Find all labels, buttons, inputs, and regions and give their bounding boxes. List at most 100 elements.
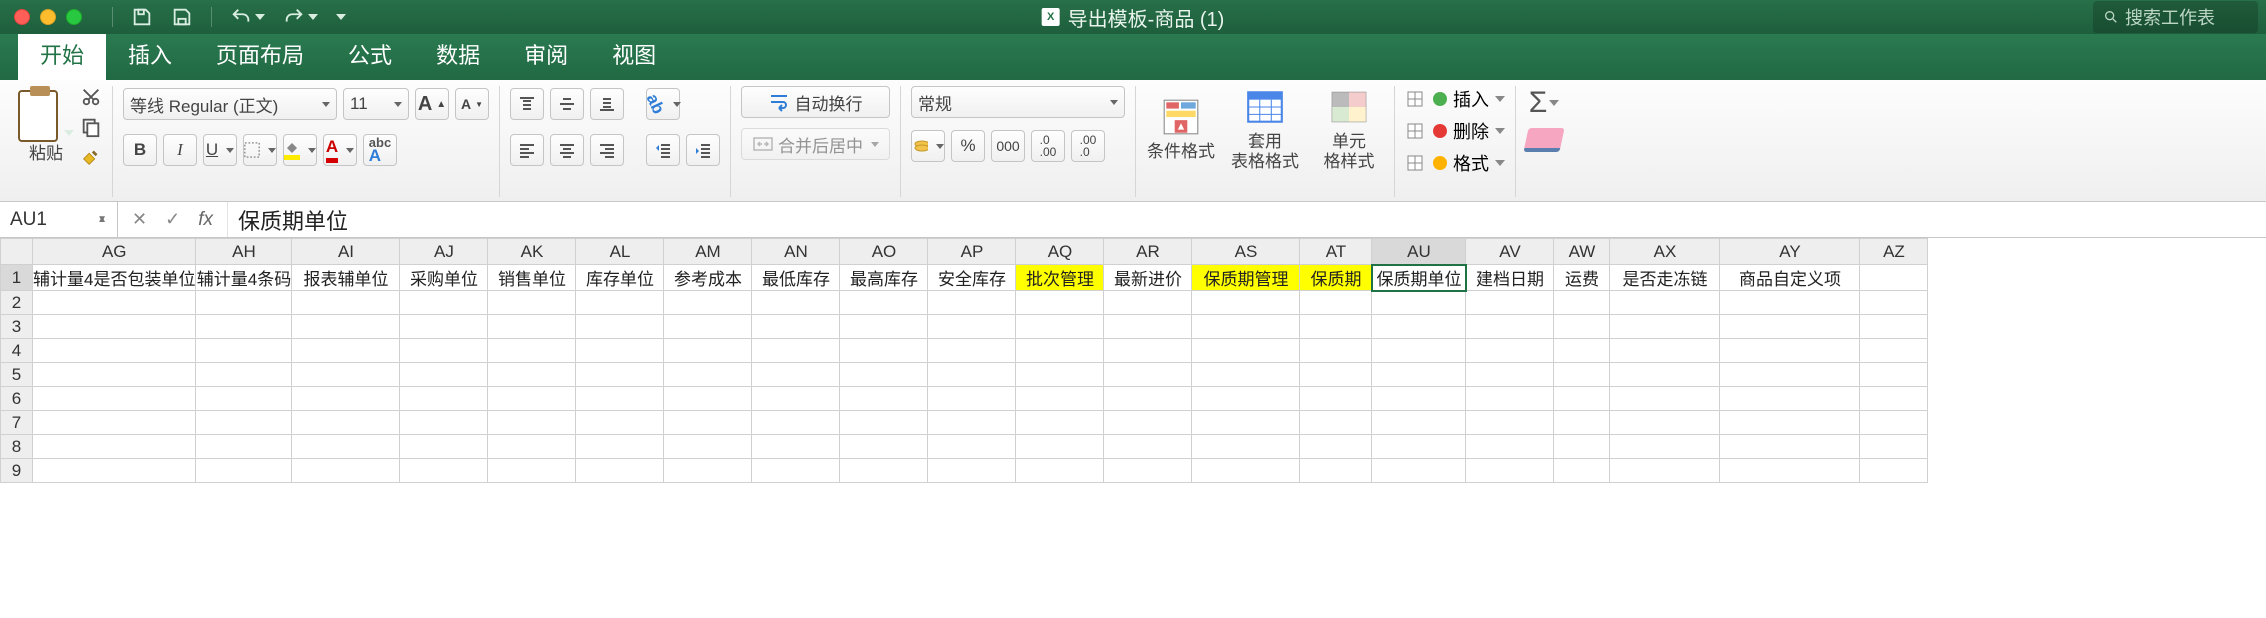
cell[interactable] xyxy=(1466,459,1554,483)
column-header[interactable]: AY xyxy=(1720,239,1860,265)
cell[interactable] xyxy=(576,435,664,459)
cell[interactable] xyxy=(292,435,400,459)
cell[interactable] xyxy=(33,435,196,459)
cell[interactable] xyxy=(576,411,664,435)
cell[interactable] xyxy=(488,291,576,315)
column-header[interactable]: AZ xyxy=(1860,239,1928,265)
cell[interactable]: 最高库存 xyxy=(840,265,928,291)
cell[interactable] xyxy=(576,363,664,387)
cell[interactable] xyxy=(1192,411,1300,435)
cell[interactable] xyxy=(664,315,752,339)
cell[interactable] xyxy=(1192,387,1300,411)
cell[interactable] xyxy=(1016,363,1104,387)
paste-label[interactable]: 粘贴 xyxy=(29,144,63,164)
cell[interactable] xyxy=(1554,363,1610,387)
cell[interactable] xyxy=(664,339,752,363)
cell[interactable] xyxy=(1372,339,1466,363)
delete-cells-button[interactable]: 删除 xyxy=(1405,118,1505,144)
cell[interactable] xyxy=(664,387,752,411)
tab-formulas[interactable]: 公式 xyxy=(326,28,414,80)
row-header[interactable]: 1 xyxy=(1,265,33,291)
cell[interactable] xyxy=(752,291,840,315)
cell[interactable] xyxy=(664,459,752,483)
cell[interactable]: 运费 xyxy=(1554,265,1610,291)
cell[interactable] xyxy=(1300,339,1372,363)
format-painter-button[interactable] xyxy=(80,146,102,168)
cell[interactable] xyxy=(400,387,488,411)
italic-button[interactable]: I xyxy=(163,134,197,166)
increase-font-size[interactable]: A▲ xyxy=(415,88,449,120)
cell[interactable] xyxy=(1466,339,1554,363)
cell[interactable] xyxy=(292,459,400,483)
cell[interactable] xyxy=(400,435,488,459)
cell[interactable] xyxy=(1860,387,1928,411)
cell[interactable] xyxy=(1192,435,1300,459)
cell[interactable]: 保质期单位 xyxy=(1372,265,1466,291)
cell[interactable] xyxy=(1192,291,1300,315)
cell[interactable]: 商品自定义项 xyxy=(1720,265,1860,291)
autosum-button[interactable]: Σ xyxy=(1529,86,1560,120)
cell[interactable] xyxy=(1192,459,1300,483)
cell[interactable] xyxy=(1372,291,1466,315)
cell[interactable] xyxy=(1720,339,1860,363)
cell[interactable] xyxy=(1554,435,1610,459)
cell[interactable] xyxy=(400,459,488,483)
cancel-formula-button[interactable]: ✕ xyxy=(132,209,147,230)
column-header[interactable]: AU xyxy=(1372,239,1466,265)
cell[interactable] xyxy=(928,315,1016,339)
cell[interactable] xyxy=(664,291,752,315)
cell[interactable] xyxy=(1300,459,1372,483)
cell[interactable] xyxy=(1554,387,1610,411)
cell[interactable] xyxy=(752,363,840,387)
cell[interactable] xyxy=(1860,411,1928,435)
cell[interactable] xyxy=(1610,339,1720,363)
cell[interactable] xyxy=(1466,387,1554,411)
cell[interactable] xyxy=(576,315,664,339)
phonetic-guide-button[interactable]: abcA xyxy=(363,134,397,166)
align-bottom[interactable] xyxy=(590,88,624,120)
align-right[interactable] xyxy=(590,134,624,166)
cell[interactable] xyxy=(1554,339,1610,363)
column-header[interactable]: AT xyxy=(1300,239,1372,265)
insert-cells-button[interactable]: 插入 xyxy=(1405,86,1505,112)
cell[interactable] xyxy=(196,315,292,339)
cell[interactable] xyxy=(33,411,196,435)
cell[interactable] xyxy=(1466,411,1554,435)
cell[interactable] xyxy=(1016,435,1104,459)
cell[interactable] xyxy=(752,435,840,459)
cell[interactable] xyxy=(1860,339,1928,363)
cell[interactable] xyxy=(1372,435,1466,459)
cell[interactable]: 批次管理 xyxy=(1016,265,1104,291)
cell[interactable] xyxy=(1104,291,1192,315)
cell[interactable] xyxy=(664,363,752,387)
cell[interactable] xyxy=(1192,315,1300,339)
column-header[interactable]: AO xyxy=(840,239,928,265)
cell[interactable]: 保质期管理 xyxy=(1192,265,1300,291)
cell[interactable] xyxy=(196,459,292,483)
column-header[interactable]: AQ xyxy=(1016,239,1104,265)
align-top[interactable] xyxy=(510,88,544,120)
qat-undo[interactable] xyxy=(230,6,265,28)
tab-data[interactable]: 数据 xyxy=(414,28,502,80)
cell[interactable] xyxy=(196,387,292,411)
cell[interactable] xyxy=(196,291,292,315)
cell[interactable] xyxy=(840,387,928,411)
row-header[interactable]: 3 xyxy=(1,315,33,339)
row-header[interactable]: 7 xyxy=(1,411,33,435)
cell[interactable] xyxy=(1610,363,1720,387)
cell[interactable]: 最新进价 xyxy=(1104,265,1192,291)
cell[interactable] xyxy=(840,435,928,459)
decrease-indent[interactable] xyxy=(646,134,680,166)
cell[interactable] xyxy=(1720,411,1860,435)
cell[interactable] xyxy=(840,315,928,339)
cell[interactable]: 建档日期 xyxy=(1466,265,1554,291)
cell[interactable]: 安全库存 xyxy=(928,265,1016,291)
format-cells-button[interactable]: 格式 xyxy=(1405,150,1505,176)
cell[interactable] xyxy=(33,291,196,315)
cell[interactable] xyxy=(1860,315,1928,339)
cell[interactable]: 辅计量4是否包装单位 xyxy=(33,265,196,291)
cell[interactable] xyxy=(488,459,576,483)
cell[interactable] xyxy=(928,339,1016,363)
cell[interactable] xyxy=(1466,363,1554,387)
cell[interactable] xyxy=(1610,435,1720,459)
